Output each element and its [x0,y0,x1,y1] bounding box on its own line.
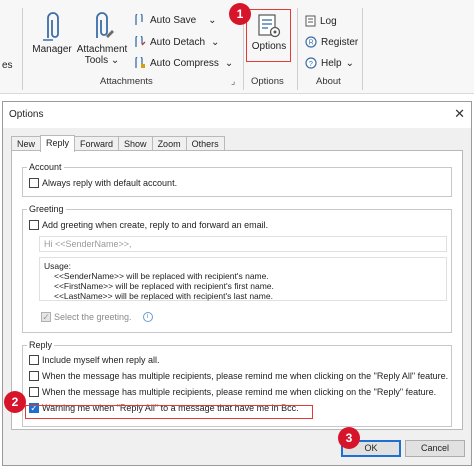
greeting-group: Greeting Add greeting when create, reply… [22,204,452,333]
svg-text:R: R [309,40,314,47]
warn-bcc-highlight-box [25,405,313,419]
auto-save-icon [135,14,143,25]
ribbon-separator [22,8,23,90]
step-badge-2: 2 [4,391,26,413]
checkbox-box[interactable] [29,355,39,365]
tab-strip: New Reply Forward Show Zoom Others [11,135,225,152]
auto-compress-button[interactable]: Auto Compress ⌄ [134,57,233,69]
step-badge-3: 3 [338,427,360,449]
manager-button[interactable]: Manager [30,8,74,68]
chevron-down-icon: ⌄ [345,57,354,69]
tab-zoom[interactable]: Zoom [151,136,187,151]
chevron-down-icon: ⌄ [224,57,234,69]
auto-compress-label: Auto Compress [150,57,219,69]
usage-title: Usage: [44,261,71,271]
greeting-text-field[interactable]: Hi <<SenderName>>, [39,236,447,252]
reply-tab-panel: Account Always reply with default accoun… [11,150,463,430]
select-greeting-checkbox: ✓ Select the greeting. i [41,312,153,322]
options-highlight-box [246,9,291,62]
include-myself-checkbox[interactable]: Include myself when reply all. [29,355,160,365]
close-icon[interactable]: ✕ [454,106,465,122]
checkbox-box[interactable] [29,220,39,230]
include-myself-label: Include myself when reply all. [42,355,160,365]
auto-detach-button[interactable]: Auto Detach ⌄ [134,36,219,48]
tab-show[interactable]: Show [118,136,153,151]
chevron-down-icon: ⌄ [208,14,217,26]
always-reply-checkbox[interactable]: Always reply with default account. [29,178,177,188]
add-greeting-label: Add greeting when create, reply to and f… [42,220,269,230]
chevron-down-icon: ⌄ [110,55,120,66]
auto-save-label: Auto Save [150,14,197,26]
register-button[interactable]: R Register [305,36,358,48]
attachments-group-label: Attachments [100,76,153,87]
log-button[interactable]: Log [305,15,337,27]
info-icon[interactable]: i [142,312,153,322]
tab-forward[interactable]: Forward [74,136,120,151]
account-legend: Account [27,162,64,172]
auto-detach-icon [135,36,146,47]
always-reply-label: Always reply with default account. [42,178,178,188]
log-label: Log [320,15,337,27]
dialog-launcher-icon[interactable]: ⌟ [231,76,235,87]
tab-others[interactable]: Others [185,136,225,151]
ribbon-separator [362,8,363,90]
select-greeting-label: Select the greeting. [54,312,132,322]
auto-save-button[interactable]: Auto Save ⌄ [134,14,217,26]
register-label: Register [321,36,359,48]
remind-reply-all-label: When the message has multiple recipients… [42,371,449,381]
step-badge-1: 1 [229,3,251,25]
tab-new[interactable]: New [11,136,42,151]
ribbon-separator [297,8,298,90]
about-group-label: About [316,76,341,87]
checkbox-box[interactable] [29,371,39,381]
checkbox-box[interactable] [29,178,39,188]
checkbox-box: ✓ [41,311,51,322]
usage-line: <<SenderName>> will be replaced with rec… [54,271,269,281]
attachment-tools-label-line1: Attachment [76,44,128,55]
usage-box: Usage: <<SenderName>> will be replaced w… [39,257,447,301]
remind-reply-checkbox[interactable]: When the message has multiple recipients… [29,387,436,397]
account-group: Account Always reply with default accoun… [22,162,452,197]
attachment-tools-label-line2: Tools ⌄ [84,55,120,66]
auto-detach-label: Auto Detach [150,36,206,48]
auto-compress-icon [135,57,145,68]
options-group-label: Options [251,76,284,87]
dialog-titlebar: Options ✕ [3,102,471,128]
help-label: Help [321,57,342,69]
usage-line: <<LastName>> will be replaced with recip… [54,291,273,301]
manager-label: Manager [32,44,72,55]
log-icon [305,15,316,27]
register-icon: R [305,36,317,48]
add-greeting-checkbox[interactable]: Add greeting when create, reply to and f… [29,220,268,230]
dialog-title: Options [9,109,44,120]
chevron-down-icon: ⌄ [211,36,220,48]
attachment-tools-button[interactable]: Attachment Tools ⌄ [74,8,130,70]
svg-text:?: ? [309,59,313,68]
usage-line: <<FirstName>> will be replaced with reci… [54,281,274,291]
tab-reply[interactable]: Reply [40,135,76,152]
help-icon: ? [305,57,317,69]
cancel-button[interactable]: Cancel [405,440,465,457]
reply-legend: Reply [27,340,55,350]
greeting-legend: Greeting [27,204,66,214]
help-button[interactable]: ? Help ⌄ [305,57,354,69]
remind-reply-label: When the message has multiple recipients… [42,387,437,397]
attachment-tools-icon [96,12,114,38]
checkbox-box[interactable] [29,387,39,397]
remind-reply-all-checkbox[interactable]: When the message has multiple recipients… [29,371,448,381]
attachment-manager-icon [43,12,59,41]
ribbon-left-partial-label: es [2,60,13,71]
